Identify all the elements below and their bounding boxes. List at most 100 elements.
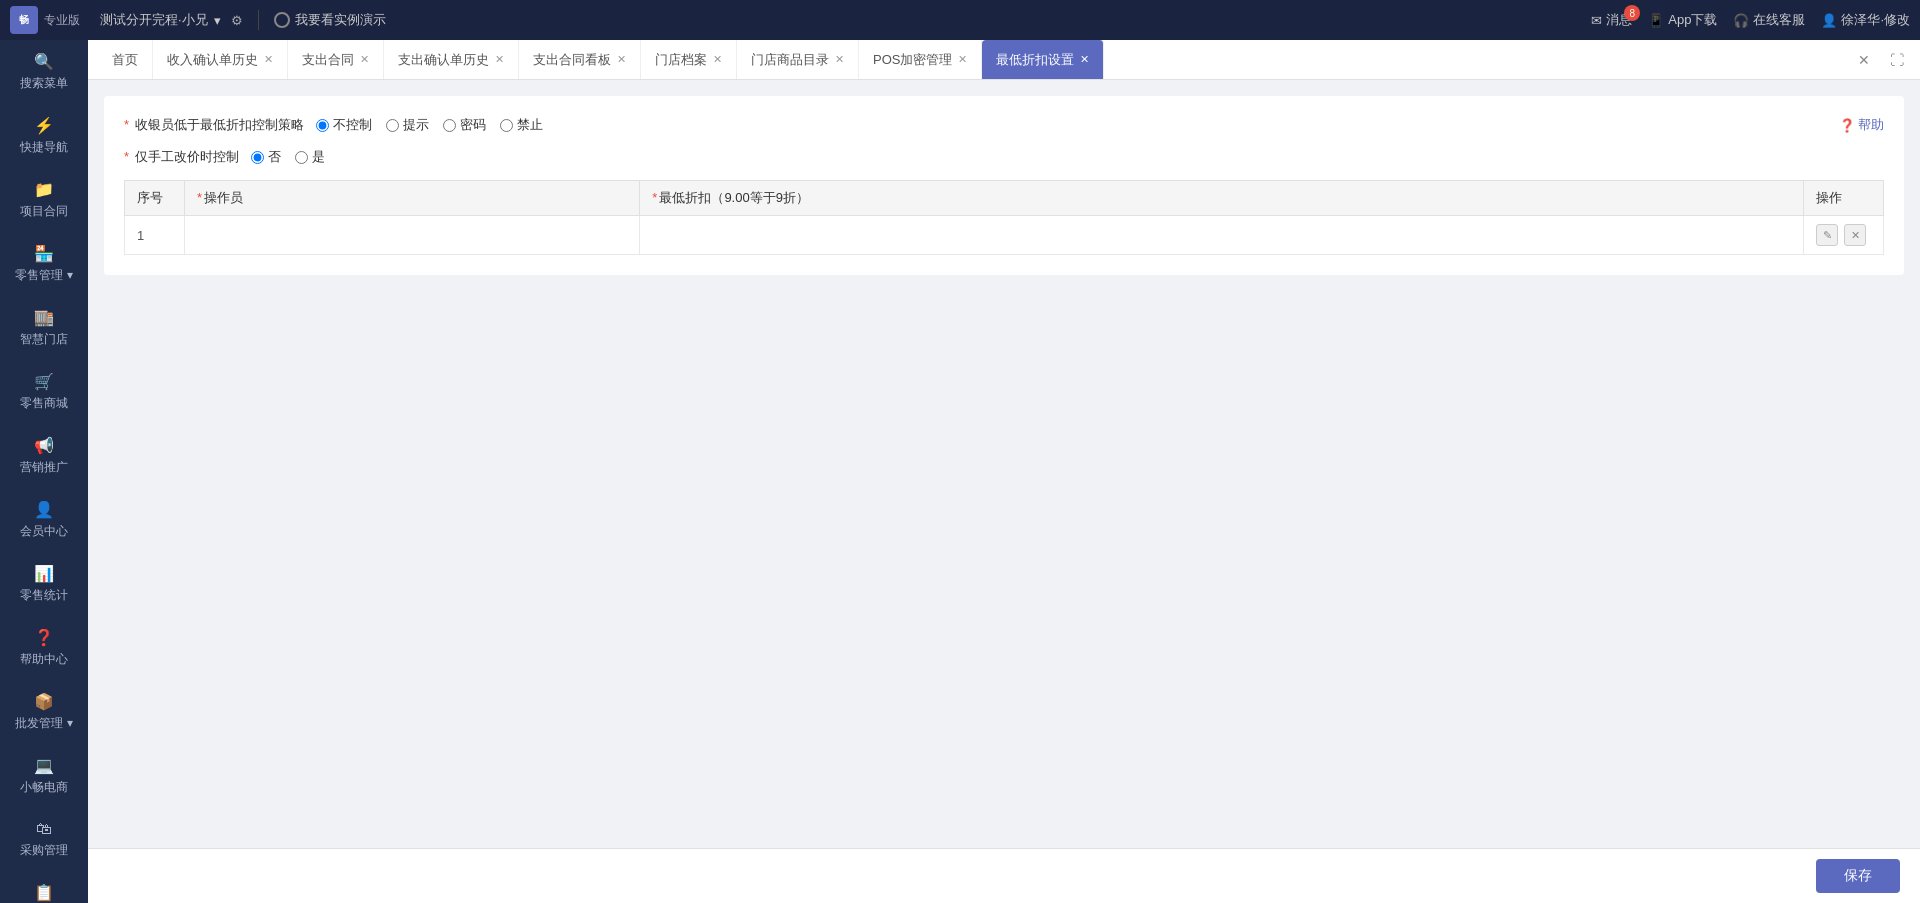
messages-button[interactable]: ✉ 消息 8 (1591, 11, 1632, 29)
chevron-down-icon: ▾ (214, 13, 221, 28)
table-row: 1 ✎ ✕ (125, 216, 1884, 255)
inventory-icon: 📋 (34, 883, 54, 902)
user-label: 徐泽华·修改 (1841, 11, 1910, 29)
tab-home[interactable]: 首页 (98, 40, 153, 80)
maximize-tab-button[interactable]: ⛶ (1884, 50, 1910, 70)
service-button[interactable]: 🎧 在线客服 (1733, 11, 1805, 29)
sidebar-item-search[interactable]: 🔍 搜索菜单 (0, 40, 88, 104)
tab-min-discount[interactable]: 最低折扣设置 ✕ (982, 40, 1104, 80)
close-tab-min-discount[interactable]: ✕ (1080, 53, 1089, 66)
purchase-icon: 🛍 (36, 820, 52, 838)
sidebar-label-batch: 批发管理 ▾ (15, 715, 72, 732)
logo-text: 专业版 (44, 12, 80, 29)
messages-badge: 8 (1624, 5, 1640, 21)
sidebar-label-shortcuts: 快捷导航 (20, 139, 68, 156)
discount-table-wrapper: 序号 *操作员 *最低折扣（9.00等于9折） 操作 (124, 180, 1884, 255)
radio-yes[interactable]: 是 (295, 148, 325, 166)
tab-label-payment-board: 支出合同看板 (533, 51, 611, 69)
col-header-action: 操作 (1804, 181, 1884, 216)
tab-label-store-archive: 门店档案 (655, 51, 707, 69)
sidebar-item-shortcuts[interactable]: ⚡ 快捷导航 (0, 104, 88, 168)
save-button[interactable]: 保存 (1816, 859, 1900, 893)
project-selector[interactable]: 测试分开完程·小兄 ▾ (100, 11, 221, 29)
close-tab-pos-password[interactable]: ✕ (958, 53, 967, 66)
tab-store-archive[interactable]: 门店档案 ✕ (641, 40, 737, 80)
close-tab-button[interactable]: ✕ (1852, 50, 1876, 70)
tab-bar-actions: ✕ ⛶ (1852, 50, 1910, 70)
cell-discount (640, 216, 1804, 255)
delete-button[interactable]: ✕ (1844, 224, 1866, 246)
radio-prompt[interactable]: 提示 (386, 116, 429, 134)
sidebar: 🔍 搜索菜单 ⚡ 快捷导航 📁 项目合同 🏪 零售管理 ▾ 🏬 智慧门店 🛒 零… (0, 40, 88, 903)
message-icon: ✉ (1591, 13, 1602, 28)
batch-icon: 📦 (34, 692, 54, 711)
sidebar-item-members[interactable]: 👤 会员中心 (0, 488, 88, 552)
tab-pos-password[interactable]: POS加密管理 ✕ (859, 40, 982, 80)
members-icon: 👤 (34, 500, 54, 519)
sidebar-label-projects: 项目合同 (20, 203, 68, 220)
retail-stats-icon: 📊 (34, 564, 54, 583)
sidebar-label-ecommerce: 小畅电商 (20, 779, 68, 796)
save-bar: 保存 (88, 848, 1920, 903)
tab-label-income-history: 收入确认单历史 (167, 51, 258, 69)
circle-icon (274, 12, 290, 28)
table-header-row: 序号 *操作员 *最低折扣（9.00等于9折） 操作 (125, 181, 1884, 216)
sidebar-item-retail-stats[interactable]: 📊 零售统计 (0, 552, 88, 616)
required-star-2: * (124, 149, 129, 164)
help-link[interactable]: ❓ 帮助 (1839, 116, 1884, 134)
tab-payment-contract[interactable]: 支出合同 ✕ (288, 40, 384, 80)
page-card: * 收银员低于最低折扣控制策略 不控制 提示 (104, 96, 1904, 275)
sidebar-item-ecommerce[interactable]: 💻 小畅电商 (0, 744, 88, 808)
sidebar-item-inventory[interactable]: 📋 库存核算 (0, 871, 88, 903)
cell-operator (185, 216, 640, 255)
close-tab-payment-confirm-history[interactable]: ✕ (495, 53, 504, 66)
sidebar-item-retail[interactable]: 🏪 零售管理 ▾ (0, 232, 88, 296)
sidebar-item-marketing[interactable]: 📢 营销推广 (0, 424, 88, 488)
tab-label-payment-contract: 支出合同 (302, 51, 354, 69)
demo-link[interactable]: 我要看实例演示 (274, 11, 386, 29)
page-content: * 收银员低于最低折扣控制策略 不控制 提示 (88, 80, 1920, 848)
settings-icon[interactable]: ⚙ (231, 13, 243, 28)
sidebar-label-retail: 零售管理 ▾ (15, 267, 72, 284)
sidebar-label-online-store: 零售商城 (20, 395, 68, 412)
tab-payment-confirm-history[interactable]: 支出确认单历史 ✕ (384, 40, 519, 80)
radio-no[interactable]: 否 (251, 148, 281, 166)
action-buttons: ✎ ✕ (1816, 224, 1871, 246)
close-tab-store-products[interactable]: ✕ (835, 53, 844, 66)
tab-store-products[interactable]: 门店商品目录 ✕ (737, 40, 859, 80)
close-tab-payment-contract[interactable]: ✕ (360, 53, 369, 66)
sidebar-label-smart-store: 智慧门店 (20, 331, 68, 348)
service-label: 在线客服 (1753, 11, 1805, 29)
phone-icon: 📱 (1648, 13, 1664, 28)
user-button[interactable]: 👤 徐泽华·修改 (1821, 11, 1910, 29)
logo: 畅 专业版 (10, 6, 90, 34)
close-tab-income-history[interactable]: ✕ (264, 53, 273, 66)
manual-label: * 仅手工改价时控制 (124, 148, 239, 166)
radio-forbid[interactable]: 禁止 (500, 116, 543, 134)
app-label: App下载 (1668, 11, 1717, 29)
retail-icon: 🏪 (34, 244, 54, 263)
sidebar-item-projects[interactable]: 📁 项目合同 (0, 168, 88, 232)
sidebar-label-purchase: 采购管理 (20, 842, 68, 859)
marketing-icon: 📢 (34, 436, 54, 455)
topbar-right: ✉ 消息 8 📱 App下载 🎧 在线客服 👤 徐泽华·修改 (1591, 11, 1910, 29)
edit-button[interactable]: ✎ (1816, 224, 1838, 246)
tab-income-history[interactable]: 收入确认单历史 ✕ (153, 40, 288, 80)
sidebar-item-batch[interactable]: 📦 批发管理 ▾ (0, 680, 88, 744)
sidebar-item-smart-store[interactable]: 🏬 智慧门店 (0, 296, 88, 360)
radio-no-control[interactable]: 不控制 (316, 116, 372, 134)
app-download-button[interactable]: 📱 App下载 (1648, 11, 1717, 29)
radio-password[interactable]: 密码 (443, 116, 486, 134)
close-tab-store-archive[interactable]: ✕ (713, 53, 722, 66)
tab-payment-board[interactable]: 支出合同看板 ✕ (519, 40, 641, 80)
policy-radio-group: 不控制 提示 密码 禁止 (316, 116, 543, 134)
sidebar-label-marketing: 营销推广 (20, 459, 68, 476)
sidebar-item-help[interactable]: ❓ 帮助中心 (0, 616, 88, 680)
user-avatar: 👤 (1821, 13, 1837, 28)
close-tab-payment-board[interactable]: ✕ (617, 53, 626, 66)
manual-row: * 仅手工改价时控制 否 是 (124, 148, 1884, 166)
tab-label-home: 首页 (112, 51, 138, 69)
sidebar-item-purchase[interactable]: 🛍 采购管理 (0, 808, 88, 871)
sidebar-item-online-store[interactable]: 🛒 零售商城 (0, 360, 88, 424)
ecommerce-icon: 💻 (34, 756, 54, 775)
